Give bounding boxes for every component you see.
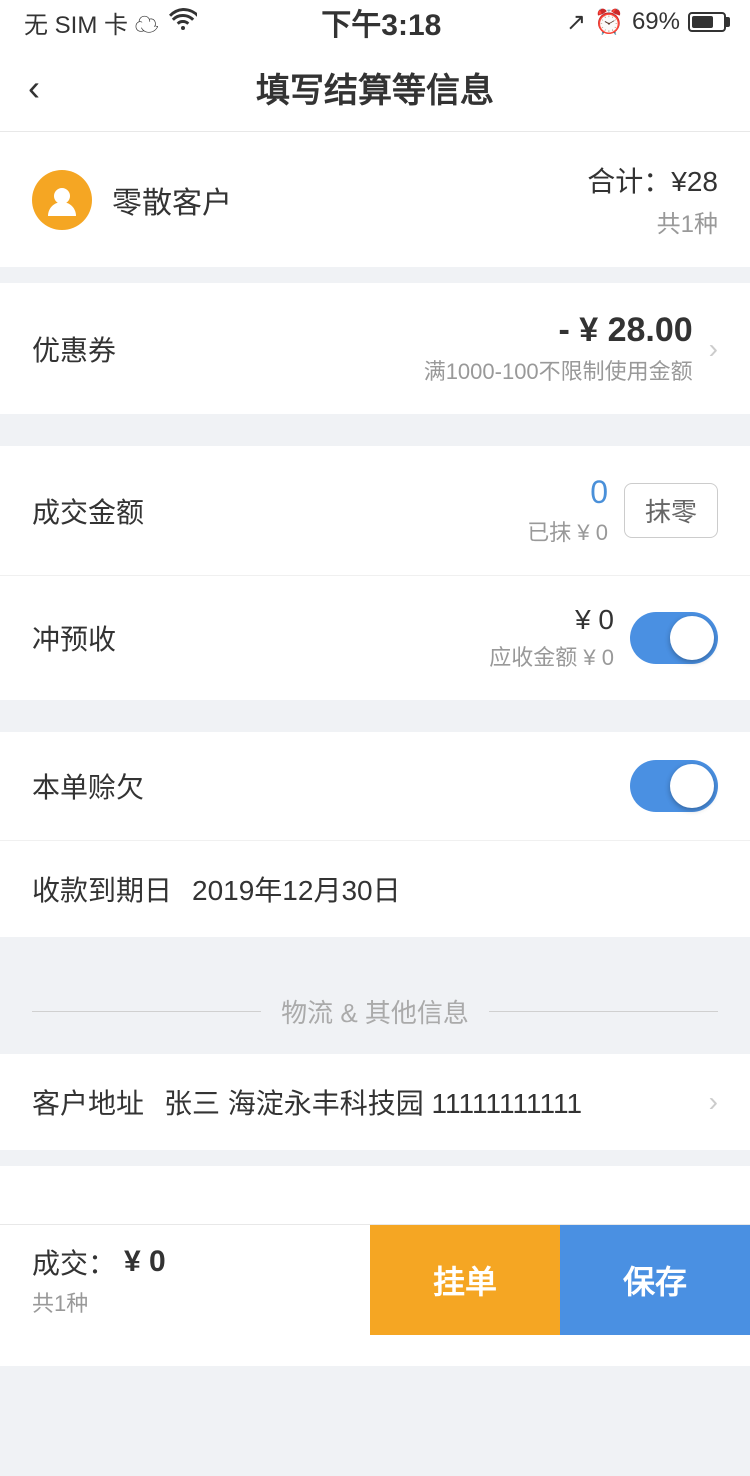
avatar [32, 170, 92, 230]
hang-order-button[interactable]: 挂单 [370, 1225, 560, 1335]
coupon-row[interactable]: 优惠券 - ¥ 28.00 满1000-100不限制使用金额 › [0, 283, 750, 414]
status-left: 无 SIM 卡 ☁ [24, 5, 197, 40]
battery-icon [688, 12, 726, 32]
logistics-header: 物流 & 其他信息 [0, 969, 750, 1054]
prepayment-row: 冲预收 ¥ 0 应收金额 ¥ 0 [0, 576, 750, 700]
amount-right-area: 0 已抹 ¥ 0 [527, 474, 608, 547]
customer-total: 合计：¥28 [587, 160, 718, 200]
prepayment-amount-area: ¥ 0 应收金额 ¥ 0 [489, 604, 614, 672]
coupon-chevron-icon: › [709, 333, 718, 365]
address-label: 客户地址 [32, 1082, 152, 1122]
back-button[interactable]: ‹ [28, 67, 40, 109]
status-right: ↗ ⏰ 69% [566, 8, 726, 37]
round-zero-button[interactable]: 抹零 [624, 483, 718, 538]
coupon-right-area: - ¥ 28.00 满1000-100不限制使用金额 › [424, 311, 718, 386]
address-chevron-icon: › [709, 1086, 718, 1118]
nav-bar: ‹ 填写结算等信息 [0, 44, 750, 132]
divider-3 [0, 953, 750, 969]
credit-section: 本单赊欠 收款到期日 2019年12月30日 [0, 732, 750, 937]
wifi-icon [169, 8, 197, 37]
coupon-discount-amount: - ¥ 28.00 [424, 311, 693, 350]
transaction-value: 0 [527, 474, 608, 511]
divider-1 [0, 430, 750, 446]
coupon-section: 优惠券 - ¥ 28.00 满1000-100不限制使用金额 › [0, 283, 750, 414]
status-time: 下午3:18 [321, 0, 441, 44]
bottom-deal-area: 成交： ¥ 0 [32, 1242, 338, 1282]
save-button[interactable]: 保存 [560, 1225, 750, 1335]
transaction-label: 成交金额 [32, 491, 152, 531]
coupon-label: 优惠券 [32, 329, 152, 369]
credit-row: 本单赊欠 [0, 732, 750, 841]
location-icon: ↗ [566, 8, 586, 37]
sim-label: 无 SIM 卡 ☁ [24, 5, 159, 40]
customer-right: 合计：¥28 共1种 [587, 160, 718, 239]
credit-label: 本单赊欠 [32, 766, 152, 806]
prepayment-label: 冲预收 [32, 618, 152, 658]
logistics-text: 物流 & 其他信息 [281, 993, 469, 1030]
address-row[interactable]: 客户地址 张三 海淀永丰科技园 11111111111 › [0, 1054, 750, 1150]
address-value: 张三 海淀永丰科技园 11111111111 [152, 1082, 709, 1122]
coupon-description: 满1000-100不限制使用金额 [424, 354, 693, 386]
page-title: 填写结算等信息 [256, 63, 494, 112]
customer-row: 零散客户 合计：¥28 共1种 [0, 132, 750, 267]
bottom-count: 共1种 [32, 1286, 338, 1318]
transaction-row: 成交金额 0 已抹 ¥ 0 抹零 [0, 446, 750, 576]
alarm-icon: ⏰ [594, 8, 624, 37]
prepayment-value: ¥ 0 [489, 604, 614, 636]
bottom-deal-value: ¥ 0 [124, 1245, 166, 1279]
customer-count: 共1种 [587, 204, 718, 239]
toggle-knob [670, 616, 714, 660]
due-date-value: 2019年12月30日 [192, 869, 401, 909]
credit-right [630, 760, 718, 812]
customer-name: 零散客户 [112, 178, 232, 222]
customer-left: 零散客户 [32, 170, 232, 230]
coupon-value-area: - ¥ 28.00 满1000-100不限制使用金额 [424, 311, 693, 386]
status-bar: 无 SIM 卡 ☁ 下午3:18 ↗ ⏰ 69% [0, 0, 750, 44]
divider-2 [0, 716, 750, 732]
due-date-row: 收款到期日 2019年12月30日 [0, 841, 750, 937]
prepayment-right: ¥ 0 应收金额 ¥ 0 [489, 604, 718, 672]
bottom-spacer [0, 1366, 750, 1476]
logistics-line-left [32, 1011, 261, 1012]
prepayment-toggle[interactable] [630, 612, 718, 664]
credit-toggle[interactable] [630, 760, 718, 812]
transaction-right: 0 已抹 ¥ 0 抹零 [527, 474, 718, 547]
due-date-label: 收款到期日 [32, 869, 172, 909]
credit-toggle-knob [670, 764, 714, 808]
logistics-line-right [489, 1011, 718, 1012]
already-round-label: 已抹 ¥ 0 [527, 515, 608, 547]
transaction-section: 成交金额 0 已抹 ¥ 0 抹零 冲预收 ¥ 0 应收金额 ¥ 0 [0, 446, 750, 700]
receivable-label: 应收金额 ¥ 0 [489, 640, 614, 672]
bottom-bar: 成交： ¥ 0 共1种 挂单 保存 [0, 1224, 750, 1334]
bottom-deal-label: 成交： [32, 1242, 116, 1282]
bottom-summary: 成交： ¥ 0 共1种 [0, 1242, 370, 1318]
battery-percent: 69% [632, 8, 680, 36]
